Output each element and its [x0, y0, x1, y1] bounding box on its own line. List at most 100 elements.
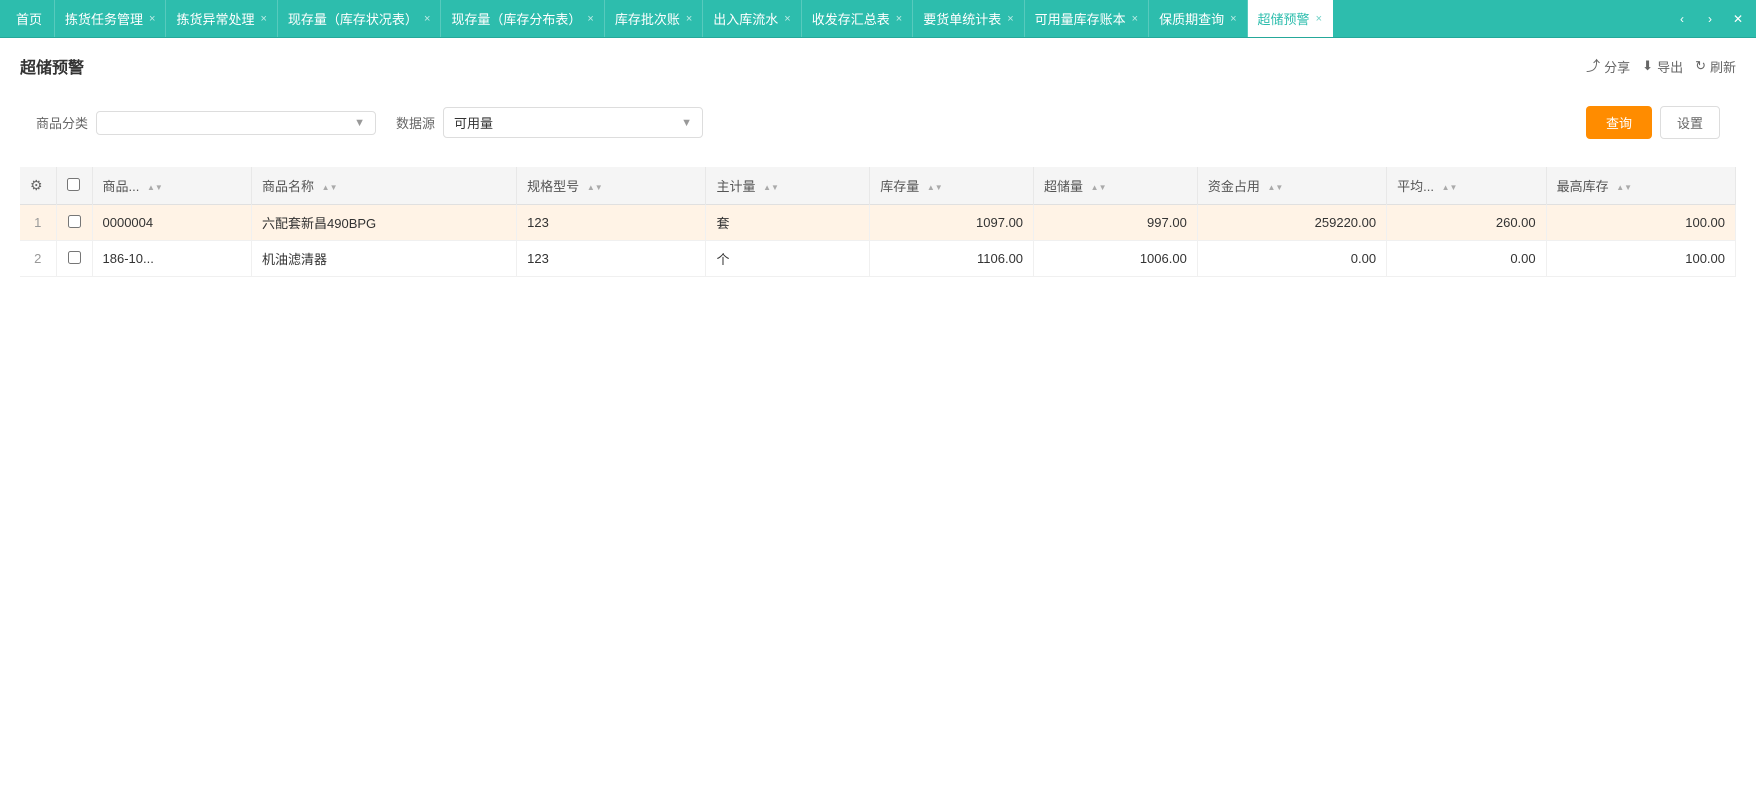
category-chevron-icon: ▼ [354, 117, 365, 129]
nav-tab-label: 收发存汇总表 [812, 9, 890, 28]
row-name: 机油滤清器 [252, 241, 517, 277]
col-sku-header[interactable]: 商品... ▲▼ [92, 167, 252, 205]
col-over-header[interactable]: 超储量 ▲▼ [1034, 167, 1198, 205]
row-num: 2 [20, 241, 56, 277]
col-spec-label: 规格型号 [527, 179, 579, 194]
page-header: 超储预警 ⤴ 分享 ⬇ 导出 ↻ 刷新 [20, 54, 1736, 78]
nav-tab-close-icon[interactable]: × [1007, 13, 1013, 25]
row-capital: 0.00 [1197, 241, 1386, 277]
nav-tab-close-icon[interactable]: × [260, 13, 266, 25]
gear-icon[interactable]: ⚙ [30, 177, 43, 193]
nav-tab-close-icon[interactable]: × [149, 13, 155, 25]
refresh-action[interactable]: ↻ 刷新 [1695, 57, 1736, 76]
data-table: ⚙ 商品... ▲▼ 商品名称 ▲▼ 规格型号 ▲▼ [20, 167, 1736, 277]
nav-tab-tab5[interactable]: 库存批次账× [605, 0, 703, 38]
share-icon: ⤴ [1586, 56, 1600, 76]
category-select[interactable]: ▼ [96, 111, 376, 135]
sort-capital-icon: ▲▼ [1267, 184, 1283, 192]
nav-tab-label: 可用量库存账本 [1035, 9, 1126, 28]
col-spec-header[interactable]: 规格型号 ▲▼ [517, 167, 706, 205]
col-name-label: 商品名称 [262, 179, 314, 194]
filter-area: 商品分类 ▼ 数据源 可用量 ▼ 查询 设置 [20, 94, 1736, 151]
row-capital: 259220.00 [1197, 205, 1386, 241]
col-unit-header[interactable]: 主计量 ▲▼ [706, 167, 870, 205]
query-button[interactable]: 查询 [1586, 106, 1652, 139]
nav-next-arrow[interactable]: › [1696, 0, 1724, 38]
sort-name-icon: ▲▼ [322, 184, 338, 192]
col-max-header[interactable]: 最高库存 ▲▼ [1546, 167, 1735, 205]
category-filter: 商品分类 ▼ [36, 111, 376, 135]
row-checkbox[interactable] [68, 251, 81, 264]
nav-home[interactable]: 首页 [4, 0, 55, 38]
sort-avg-icon: ▲▼ [1442, 184, 1458, 192]
datasource-select[interactable]: 可用量 ▼ [443, 107, 703, 138]
col-name-header[interactable]: 商品名称 ▲▼ [252, 167, 517, 205]
nav-tab-close-icon[interactable]: × [424, 13, 430, 25]
nav-tab-close-icon[interactable]: × [1230, 13, 1236, 25]
nav-tab-label: 要货单统计表 [923, 9, 1001, 28]
category-label: 商品分类 [36, 113, 88, 132]
export-action[interactable]: ⬇ 导出 [1642, 57, 1683, 76]
table-row: 2 186-10... 机油滤清器 123 个 1106.00 1006.00 … [20, 241, 1736, 277]
nav-tab-label: 出入库流水 [713, 9, 778, 28]
export-icon: ⬇ [1642, 58, 1653, 74]
col-stock-header[interactable]: 库存量 ▲▼ [870, 167, 1034, 205]
sort-unit-icon: ▲▼ [763, 184, 779, 192]
row-sku: 186-10... [92, 241, 252, 277]
row-sku: 0000004 [92, 205, 252, 241]
nav-tab-close-icon[interactable]: × [1132, 13, 1138, 25]
nav-tab-close-icon[interactable]: × [784, 13, 790, 25]
nav-tab-label: 现存量（库存分布表） [451, 9, 581, 28]
row-over: 997.00 [1034, 205, 1198, 241]
nav-tab-tab4[interactable]: 现存量（库存分布表） × [441, 0, 604, 38]
row-max: 100.00 [1546, 241, 1735, 277]
col-unit-label: 主计量 [716, 179, 755, 194]
row-over: 1006.00 [1034, 241, 1198, 277]
col-stock-label: 库存量 [880, 179, 919, 194]
sort-over-icon: ▲▼ [1091, 184, 1107, 192]
nav-prev-arrow[interactable]: ‹ [1668, 0, 1696, 38]
row-unit: 个 [706, 241, 870, 277]
filter-buttons: 查询 设置 [1586, 106, 1720, 139]
nav-tab-tab3[interactable]: 现存量（库存状况表）× [278, 0, 441, 38]
row-name: 六配套新昌490BPG [252, 205, 517, 241]
settings-button[interactable]: 设置 [1660, 106, 1720, 139]
nav-tab-label: 超储预警 [1258, 9, 1310, 28]
col-avg-label: 平均... [1397, 179, 1434, 194]
col-over-label: 超储量 [1044, 179, 1083, 194]
nav-tab-tab6[interactable]: 出入库流水 × [703, 0, 801, 38]
nav-tab-tab8[interactable]: 要货单统计表 × [913, 0, 1024, 38]
row-stock: 1106.00 [870, 241, 1034, 277]
nav-tab-label: 保质期查询 [1159, 9, 1224, 28]
row-checkbox-cell [56, 241, 92, 277]
nav-tab-close-icon[interactable]: × [587, 13, 593, 25]
col-capital-header[interactable]: 资金占用 ▲▼ [1197, 167, 1386, 205]
refresh-icon: ↻ [1695, 58, 1706, 74]
datasource-filter: 数据源 可用量 ▼ [396, 107, 703, 138]
share-action[interactable]: ⤴ 分享 [1586, 56, 1630, 76]
datasource-chevron-icon: ▼ [681, 117, 692, 129]
nav-tab-tab7[interactable]: 收发存汇总表 × [802, 0, 913, 38]
nav-tab-tab11[interactable]: 超储预警 × [1248, 0, 1333, 38]
nav-tab-tab2[interactable]: 拣货异常处理× [166, 0, 277, 38]
nav-tab-close-icon[interactable]: × [896, 13, 902, 25]
nav-tab-tab9[interactable]: 可用量库存账本 × [1025, 0, 1149, 38]
row-avg: 0.00 [1387, 241, 1547, 277]
sort-sku-icon: ▲▼ [147, 184, 163, 192]
page-title: 超储预警 [20, 54, 84, 78]
refresh-label: 刷新 [1710, 57, 1736, 76]
export-label: 导出 [1657, 57, 1683, 76]
nav-tab-tab1[interactable]: 拣货任务管理× [55, 0, 166, 38]
sort-stock-icon: ▲▼ [927, 184, 943, 192]
nav-tab-close-icon[interactable]: × [1316, 13, 1322, 25]
nav-tab-close-icon[interactable]: × [686, 13, 692, 25]
sort-max-icon: ▲▼ [1616, 184, 1632, 192]
row-spec: 123 [517, 205, 706, 241]
row-checkbox[interactable] [68, 215, 81, 228]
col-avg-header[interactable]: 平均... ▲▼ [1387, 167, 1547, 205]
nav-close-arrow[interactable]: ✕ [1724, 0, 1752, 38]
row-spec: 123 [517, 241, 706, 277]
select-all-checkbox[interactable] [67, 178, 80, 191]
nav-tab-tab10[interactable]: 保质期查询 × [1149, 0, 1247, 38]
row-max: 100.00 [1546, 205, 1735, 241]
